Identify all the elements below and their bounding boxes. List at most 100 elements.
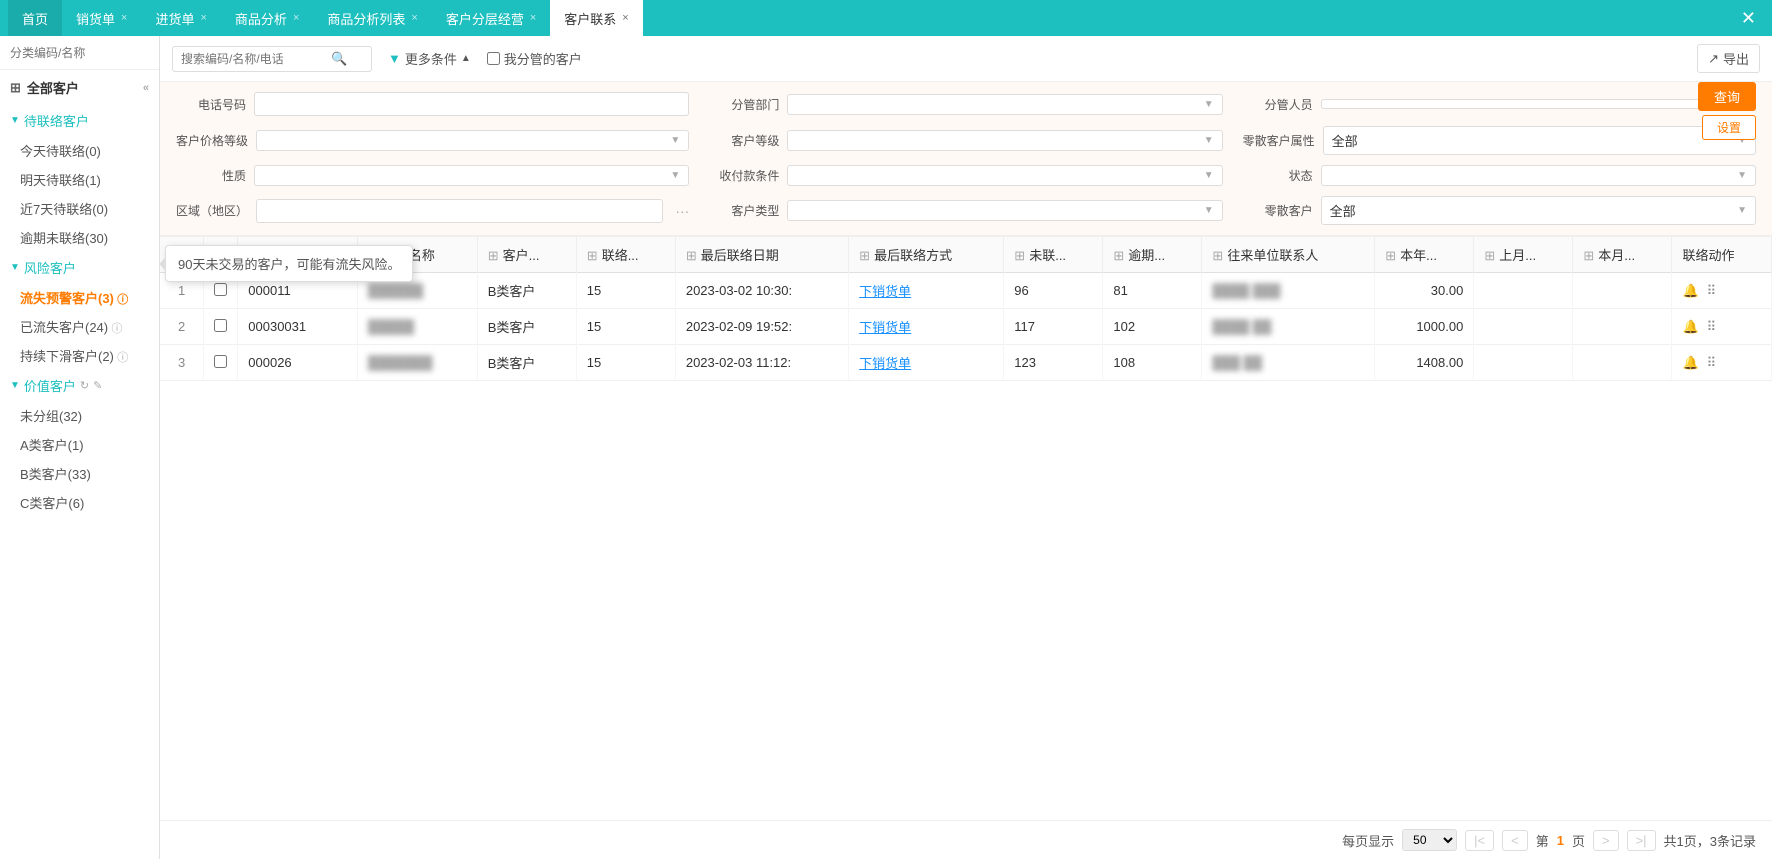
sidebar-item-declining[interactable]: 持续下滑客户(2) ⓘ [0, 341, 159, 370]
nav-purchase[interactable]: 进货单 × [141, 0, 220, 36]
value-edit-icon[interactable]: ✎ [93, 379, 102, 392]
row3-action-contact-icon[interactable]: 🔔 [1682, 355, 1698, 371]
nav-product-analysis[interactable]: 商品分析 × [221, 0, 313, 36]
row2-name-blurred: █████ [368, 319, 414, 334]
col-no-contact: ⊞未联... [1004, 237, 1103, 273]
row1-action-contact-icon[interactable]: 🔔 [1682, 283, 1698, 299]
dept-down-arrow: ▼ [1204, 99, 1214, 110]
col-last-date-icon: ⊞ [686, 248, 697, 263]
sidebar-all-customers[interactable]: ⊞ 全部客户 « [0, 70, 159, 105]
area-input[interactable] [256, 199, 663, 223]
next-page-btn[interactable]: > [1593, 830, 1619, 851]
row2-action-more-icon[interactable]: ⠿ [1707, 319, 1717, 335]
retail-customer-select[interactable]: 全部 ▼ [1321, 196, 1756, 225]
row3-last-method[interactable]: 下销货单 [849, 345, 1004, 381]
nav-customer-contact[interactable]: 客户联系 × [550, 0, 642, 36]
sidebar-item-tomorrow[interactable]: 明天待联络(1) [0, 165, 159, 194]
sidebar-group-pending[interactable]: ▼ 待联络客户 [0, 105, 159, 136]
main-search-input[interactable] [181, 52, 331, 66]
customer-grade-select[interactable]: ▼ [787, 130, 1222, 151]
churn-warning-info-icon: ⓘ [117, 294, 128, 306]
nav-customer-contact-close[interactable]: × [622, 12, 628, 24]
row2-this-month [1573, 309, 1672, 345]
row2-checkbox[interactable] [204, 309, 238, 345]
sidebar-item-ungroups[interactable]: 未分组(32) [0, 401, 159, 430]
nav-product-analysis-list-close[interactable]: × [411, 12, 417, 24]
row2-last-method[interactable]: 下销货单 [849, 309, 1004, 345]
content-area: 🔍 ▼ 更多条件 ▲ 我分管的客户 ↗ 导出 电话号码 [160, 36, 1772, 859]
filter-row-area: 区域（地区） ··· [176, 196, 689, 225]
phone-input[interactable] [254, 92, 689, 116]
sidebar-item-7days[interactable]: 近7天待联络(0) [0, 194, 159, 223]
nav-customer-segment[interactable]: 客户分层经营 × [432, 0, 550, 36]
query-button[interactable]: 查询 [1698, 82, 1756, 111]
settings-button[interactable]: 设置 [1702, 115, 1756, 140]
close-all-btn[interactable]: ✕ [1733, 8, 1764, 29]
retail-attr-select[interactable]: 全部 ▼ [1323, 126, 1756, 155]
sidebar-item-churned[interactable]: 已流失客户(24) ⓘ [0, 312, 159, 341]
sidebar-group-risk[interactable]: ▼ 风险客户 [0, 252, 159, 283]
retail-customer-value: 全部 [1330, 201, 1356, 220]
sidebar-item-churn-warning[interactable]: 流失预警客户(3) ⓘ [0, 283, 159, 312]
area-dots[interactable]: ··· [675, 203, 689, 219]
per-page-select[interactable]: 50 100 200 [1402, 829, 1457, 851]
filter-row-retail-attr: 零散客户属性 全部 ▼ [1243, 126, 1756, 155]
page-label: 第 [1536, 831, 1549, 850]
manager-select[interactable] [1321, 99, 1730, 109]
payment-arrow: ▼ [1204, 170, 1214, 181]
sidebar-item-overdue[interactable]: 逾期未联络(30) [0, 223, 159, 252]
sidebar-item-c-class[interactable]: C类客户(6) [0, 488, 159, 517]
customer-type-select[interactable]: ▼ [787, 200, 1222, 221]
row2-last-month [1474, 309, 1573, 345]
payment-select[interactable]: ▼ [787, 165, 1222, 186]
nav-sales[interactable]: 销货单 × [62, 0, 141, 36]
sidebar-group-value[interactable]: ▼ 价值客户 ↻ ✎ [0, 370, 159, 401]
row1-last-method[interactable]: 下销货单 [849, 273, 1004, 309]
value-group-label: 价值客户 [24, 376, 76, 395]
value-refresh-icon[interactable]: ↻ [80, 379, 89, 392]
risk-arrow: ▼ [10, 262, 20, 273]
col-unit-contact-icon: ⊞ [1212, 248, 1223, 263]
row2-action-icons[interactable]: 🔔 ⠿ [1682, 319, 1761, 335]
row2-action-contact-icon[interactable]: 🔔 [1682, 319, 1698, 335]
status-select[interactable]: ▼ [1321, 165, 1756, 186]
status-arrow: ▼ [1737, 170, 1747, 181]
col-last-month-icon: ⊞ [1484, 248, 1495, 263]
first-page-btn[interactable]: |< [1465, 830, 1494, 851]
row3-action-icons[interactable]: 🔔 ⠿ [1682, 355, 1761, 371]
sidebar-search-container: 🔍 [0, 36, 159, 70]
my-customers-checkbox[interactable]: 我分管的客户 [487, 49, 582, 68]
row1-action-icons[interactable]: 🔔 ⠿ [1682, 283, 1761, 299]
col-this-year: ⊞本年... [1375, 237, 1474, 273]
nav-product-analysis-list[interactable]: 商品分析列表 × [313, 0, 431, 36]
row3-contact: 15 [576, 345, 675, 381]
sidebar-search-input[interactable] [10, 46, 160, 60]
nav-purchase-close[interactable]: × [200, 12, 206, 24]
dept-select[interactable]: ▼ [787, 94, 1222, 115]
gender-select[interactable]: ▼ [254, 165, 689, 186]
search-box[interactable]: 🔍 [172, 46, 372, 72]
search-icon[interactable]: 🔍 [331, 51, 347, 67]
more-conditions-btn[interactable]: ▼ 更多条件 ▲ [380, 45, 479, 72]
sidebar-item-b-class[interactable]: B类客户(33) [0, 459, 159, 488]
row3-checkbox[interactable] [204, 345, 238, 381]
prev-page-btn[interactable]: < [1502, 830, 1528, 851]
nav-product-analysis-close[interactable]: × [293, 12, 299, 24]
filter-row-customer-type: 客户类型 ▼ [709, 196, 1222, 225]
last-page-btn[interactable]: >| [1627, 830, 1656, 851]
export-btn[interactable]: ↗ 导出 [1697, 44, 1760, 73]
row3-action-more-icon[interactable]: ⠿ [1707, 355, 1717, 371]
price-grade-select[interactable]: ▼ [256, 130, 689, 151]
nav-home[interactable]: 首页 [8, 0, 62, 36]
col-this-month-icon: ⊞ [1583, 248, 1594, 263]
sidebar-item-today[interactable]: 今天待联络(0) [0, 136, 159, 165]
nav-sales-close[interactable]: × [121, 12, 127, 24]
filter-row-manager: 分管人员 ··· 查询 设置 [1243, 92, 1756, 116]
row1-action-more-icon[interactable]: ⠿ [1707, 283, 1717, 299]
col-type-label: 客户... [503, 248, 540, 263]
col-last-date-label: 最后联络日期 [701, 248, 779, 263]
current-page: 1 [1557, 833, 1564, 848]
sidebar-item-a-class[interactable]: A类客户(1) [0, 430, 159, 459]
nav-customer-segment-close[interactable]: × [530, 12, 536, 24]
my-customers-input[interactable] [487, 52, 500, 65]
